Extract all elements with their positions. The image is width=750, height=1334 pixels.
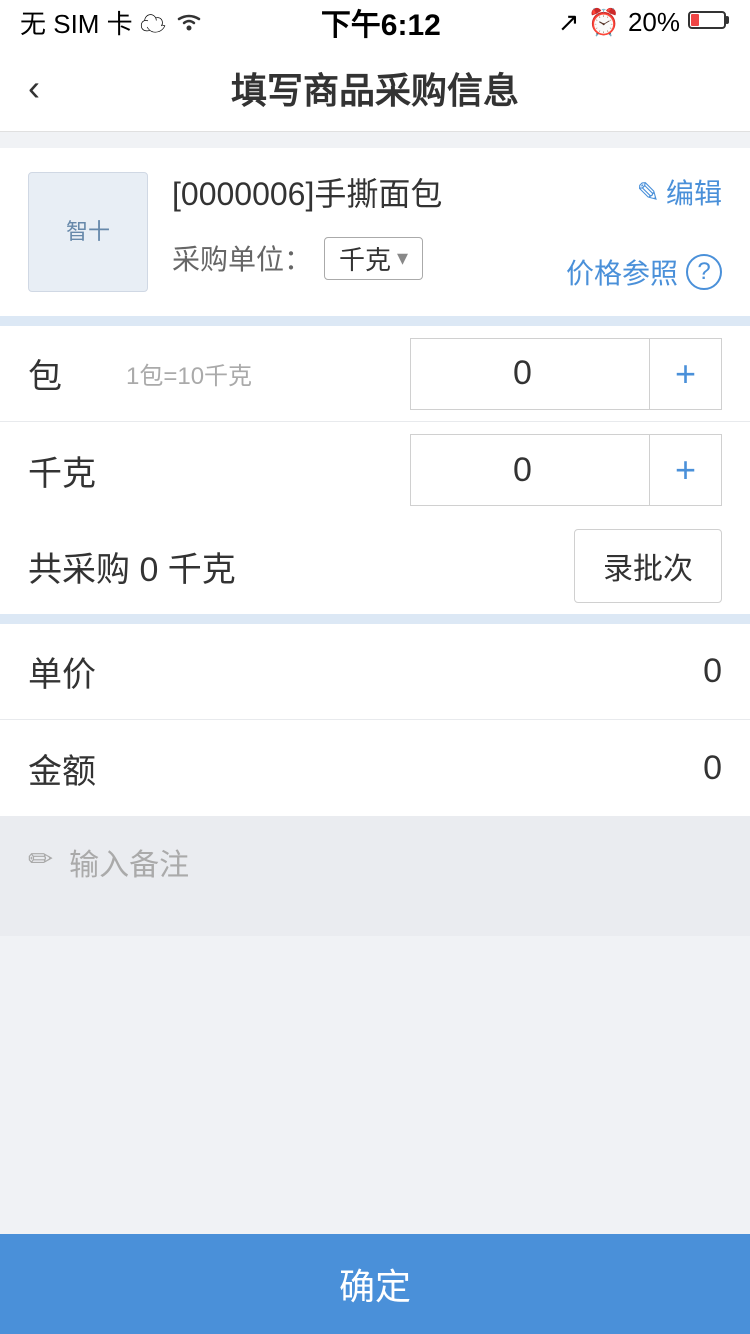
unit-selector[interactable]: 千克 ▾ — [324, 237, 423, 280]
batch-button[interactable]: 录批次 — [574, 529, 722, 603]
product-card: 智十 [0000006]手撕面包 采购单位： 千克 ▾ ✎ 编辑 价格参照 ? — [0, 148, 750, 316]
location-icon: ↗ — [558, 7, 580, 38]
price-section: 单价 0 金额 0 — [0, 624, 750, 816]
unit-price-label: 单价 — [28, 647, 703, 696]
package-sublabel: 1包=10千克 — [126, 356, 410, 391]
kg-input[interactable] — [410, 434, 650, 506]
package-row: 包 1包=10千克 + — [0, 326, 750, 422]
package-input[interactable] — [410, 338, 650, 410]
unit-dropdown-icon: ▾ — [397, 245, 408, 271]
main-content: ‹ 填写商品采购信息 智十 [0000006]手撕面包 采购单位： 千克 ▾ ✎… — [0, 44, 750, 1236]
amount-label: 金额 — [28, 744, 703, 793]
blue-divider-1 — [0, 316, 750, 326]
product-logo: 智十 — [66, 219, 110, 245]
battery-icon — [688, 7, 730, 38]
status-bar: 无 SIM 卡 ☁ 下午6:12 ↗ ⏰ 20% — [0, 0, 750, 44]
kg-row: 千克 + — [0, 422, 750, 518]
kg-label: 千克 — [28, 446, 118, 495]
confirm-button[interactable]: 确定 — [0, 1234, 750, 1334]
blue-divider-2 — [0, 614, 750, 624]
status-time: 下午6:12 — [321, 0, 441, 44]
note-placeholder: 输入备注 — [69, 840, 189, 884]
unit-label: 采购单位： — [172, 238, 312, 278]
input-section: 包 1包=10千克 + 千克 + — [0, 326, 750, 518]
package-label: 包 — [28, 349, 118, 398]
edit-label: 编辑 — [666, 172, 722, 212]
confirm-label: 确定 — [339, 1258, 411, 1310]
kg-plus-button[interactable]: + — [650, 434, 722, 506]
note-section[interactable]: ✏ 输入备注 — [0, 816, 750, 936]
product-thumbnail: 智十 — [28, 172, 148, 292]
status-left: 无 SIM 卡 ☁ — [20, 4, 204, 41]
price-ref-button[interactable]: 价格参照 ? — [566, 252, 722, 292]
price-ref-label: 价格参照 — [566, 252, 678, 292]
alarm-icon: ⏰ — [588, 7, 620, 38]
edit-icon: ✎ — [637, 176, 660, 209]
note-icon: ✏ — [28, 842, 53, 877]
amount-value: 0 — [703, 749, 722, 788]
package-control: + — [410, 338, 722, 410]
page-title: 填写商品采购信息 — [231, 62, 519, 114]
summary-row: 共采购 0 千克 录批次 — [28, 518, 722, 614]
nav-bar: ‹ 填写商品采购信息 — [0, 44, 750, 132]
unit-price-row: 单价 0 — [0, 624, 750, 720]
amount-row: 金额 0 — [0, 720, 750, 816]
unit-price-value: 0 — [703, 652, 722, 691]
summary-section: 共采购 0 千克 录批次 — [0, 518, 750, 614]
back-button[interactable]: ‹ — [28, 67, 40, 109]
unit-value: 千克 — [339, 240, 391, 277]
battery-percent: 20% — [628, 7, 680, 38]
edit-button[interactable]: ✎ 编辑 — [637, 172, 722, 212]
kg-control: + — [410, 434, 722, 506]
package-plus-button[interactable]: + — [650, 338, 722, 410]
summary-text: 共采购 0 千克 — [28, 542, 574, 591]
wifi-icon — [174, 7, 204, 38]
price-ref-help-icon: ? — [686, 254, 722, 290]
status-right: ↗ ⏰ 20% — [558, 7, 730, 38]
sim-status: 无 SIM 卡 ☁ — [20, 4, 166, 41]
top-divider — [0, 132, 750, 148]
content-spacer — [0, 936, 750, 1136]
